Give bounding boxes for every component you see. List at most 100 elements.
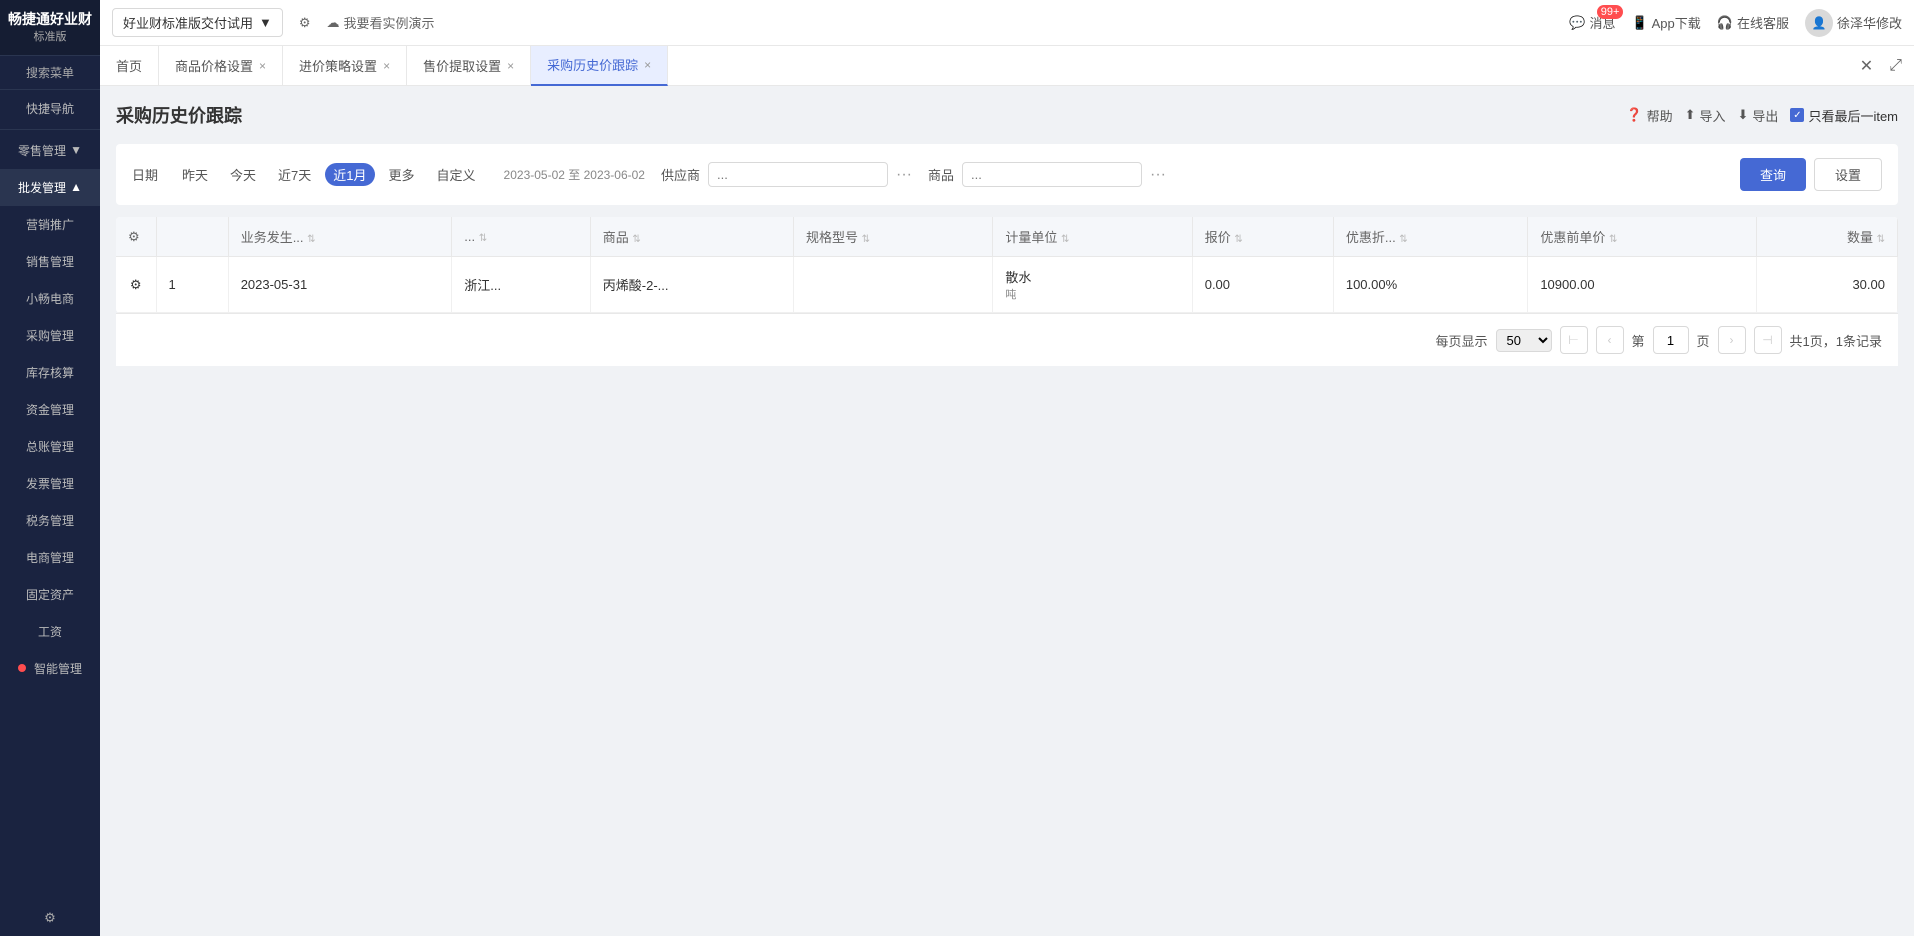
query-button[interactable]: 查询 (1740, 158, 1806, 191)
date-btn-yesterday[interactable]: 昨天 (174, 163, 216, 186)
col-date[interactable]: 业务发生... ⇅ (228, 217, 452, 257)
tab-purchase-strategy[interactable]: 进价策略设置 × (283, 46, 407, 86)
row-gear[interactable]: ⚙ (116, 257, 156, 313)
table-body: ⚙ 1 2023-05-31 浙江... 丙烯酸-2-... 散水吨 0.00 … (116, 257, 1898, 313)
filter-bar: 日期 昨天 今天 近7天 近1月 更多 自定义 2023-05-02 至 202… (116, 144, 1898, 205)
col-unit[interactable]: 计量单位 ⇅ (993, 217, 1192, 257)
import-button[interactable]: ⬆ 导入 (1685, 106, 1726, 125)
demo-button[interactable]: ☁ 我要看实例演示 (327, 13, 435, 32)
supplier-label: 供应商 (661, 165, 700, 184)
sidebar-item-retail[interactable]: 零售管理 ▼ (0, 132, 100, 169)
page-number-input[interactable]: 1 (1653, 326, 1689, 354)
tab-sale-price-label: 售价提取设置 (423, 56, 501, 75)
last-page-button[interactable]: ⊣ (1754, 326, 1782, 354)
chevron-up-icon: ▲ (70, 180, 82, 194)
sidebar-search[interactable]: 搜索菜单 (0, 56, 100, 90)
sort-icon-spec: ⇅ (862, 234, 870, 245)
message-icon: 💬 (1569, 15, 1585, 31)
date-btn-custom[interactable]: 自定义 (429, 163, 484, 186)
user-menu[interactable]: 👤 徐泽华修改 (1805, 9, 1902, 37)
export-button[interactable]: ⬇ 导出 (1738, 106, 1779, 125)
tab-expand-icon[interactable]: ⤢ (1885, 53, 1906, 79)
supplier-input[interactable] (708, 162, 888, 187)
supplier-filter: 供应商 ··· (661, 162, 912, 187)
row-unit: 散水吨 (993, 257, 1192, 313)
checkbox-indicator (1790, 108, 1804, 122)
col-spec[interactable]: 规格型号 ⇅ (794, 217, 993, 257)
date-btn-1month[interactable]: 近1月 (325, 163, 374, 186)
sidebar-item-inventory[interactable]: 库存核算 (0, 354, 100, 391)
tab-history-price[interactable]: 采购历史价跟踪 × (531, 46, 668, 86)
demo-label: 我要看实例演示 (344, 13, 435, 32)
tab-home[interactable]: 首页 (100, 46, 159, 86)
phone-icon: 📱 (1631, 15, 1647, 31)
table-row: ⚙ 1 2023-05-31 浙江... 丙烯酸-2-... 散水吨 0.00 … (116, 257, 1898, 313)
col-gear[interactable]: ⚙ (116, 217, 156, 257)
sidebar-item-ecommerce[interactable]: 电商管理 (0, 539, 100, 576)
sidebar-item-fixed-assets[interactable]: 固定资产 (0, 576, 100, 613)
sidebar-item-label: 资金管理 (26, 401, 74, 418)
tabs-right-actions: ✕ ⤢ (1856, 52, 1914, 80)
sidebar-item-general-ledger[interactable]: 总账管理 (0, 428, 100, 465)
demo-icon: ☁ (327, 15, 340, 31)
sidebar-item-purchase[interactable]: 采购管理 (0, 317, 100, 354)
date-btn-7days[interactable]: 近7天 (270, 163, 319, 186)
sidebar-item-label: 批发管理 (18, 179, 66, 196)
col-pre-discount-price[interactable]: 优惠前单价 ⇅ (1528, 217, 1756, 257)
tab-close-all-icon[interactable]: ✕ (1856, 52, 1877, 80)
tab-purchase-strategy-close[interactable]: × (383, 59, 390, 73)
messages-button[interactable]: 💬 消息 99+ (1569, 13, 1615, 32)
sidebar-item-wholesale[interactable]: 批发管理 ▲ (0, 169, 100, 206)
version-selector[interactable]: 好业财标准版交付试用 ▼ (112, 8, 283, 37)
goods-input[interactable] (962, 162, 1142, 187)
per-page-select[interactable]: 50 100 200 (1496, 329, 1552, 352)
sidebar-item-invoice[interactable]: 发票管理 (0, 465, 100, 502)
col-goods[interactable]: 商品 ⇅ (590, 217, 793, 257)
tab-sale-price[interactable]: 售价提取设置 × (407, 46, 531, 86)
app-subtitle: 标准版 (8, 30, 92, 45)
sidebar-item-marketing[interactable]: 营销推广 (0, 206, 100, 243)
sidebar-item-sales[interactable]: 销售管理 (0, 243, 100, 280)
sidebar-item-finance[interactable]: 资金管理 (0, 391, 100, 428)
help-icon: ❓ (1626, 107, 1642, 123)
tab-purchase-strategy-label: 进价策略设置 (299, 56, 377, 75)
main-content: 好业财标准版交付试用 ▼ ⚙ ☁ 我要看实例演示 💬 消息 99+ 📱 App下… (100, 0, 1914, 936)
col-quote[interactable]: 报价 ⇅ (1192, 217, 1333, 257)
app-download-button[interactable]: 📱 App下载 (1631, 13, 1700, 32)
sidebar-item-payroll[interactable]: 工资 (0, 613, 100, 650)
sort-icon-quote: ⇅ (1234, 234, 1242, 245)
page-actions: ❓ 帮助 ⬆ 导入 ⬇ 导出 只看最后一item (1626, 106, 1898, 125)
prev-page-button[interactable]: ‹ (1596, 326, 1624, 354)
tab-home-label: 首页 (116, 56, 142, 75)
tab-price[interactable]: 商品价格设置 × (159, 46, 283, 86)
tab-price-close[interactable]: × (259, 59, 266, 73)
config-icon[interactable]: ⚙ (291, 11, 319, 35)
tab-sale-price-close[interactable]: × (507, 59, 514, 73)
goods-more-icon[interactable]: ··· (1150, 166, 1166, 184)
headset-icon: 🎧 (1717, 15, 1733, 31)
app-title: 畅捷通好业财 (8, 10, 92, 30)
next-page-button[interactable]: › (1718, 326, 1746, 354)
first-page-button[interactable]: ⊢ (1560, 326, 1588, 354)
tab-history-price-close[interactable]: × (644, 58, 651, 72)
sidebar-item-quick-nav[interactable]: 快捷导航 (0, 90, 100, 127)
sidebar-settings-icon[interactable]: ⚙ (0, 900, 100, 936)
col-quantity[interactable]: 数量 ⇅ (1756, 217, 1897, 257)
col-discount[interactable]: 优惠折... ⇅ (1333, 217, 1527, 257)
only-last-checkbox[interactable]: 只看最后一item (1790, 106, 1898, 125)
row-quote: 0.00 (1192, 257, 1333, 313)
support-button[interactable]: 🎧 在线客服 (1717, 13, 1789, 32)
page-header: 采购历史价跟踪 ❓ 帮助 ⬆ 导入 ⬇ 导出 只看最后一item (116, 102, 1898, 128)
filter-settings-button[interactable]: 设置 (1814, 158, 1882, 191)
help-button[interactable]: ❓ 帮助 (1626, 106, 1672, 125)
date-btn-more[interactable]: 更多 (381, 163, 423, 186)
date-btn-today[interactable]: 今天 (222, 163, 264, 186)
sidebar: 畅捷通好业财 标准版 搜索菜单 快捷导航 零售管理 ▼ 批发管理 ▲ 营销推广 … (0, 0, 100, 936)
sidebar-item-tax[interactable]: 税务管理 (0, 502, 100, 539)
sidebar-item-smart[interactable]: 智能管理 (0, 650, 100, 687)
supplier-more-icon[interactable]: ··· (896, 166, 912, 184)
sort-icon-more: ⇅ (479, 233, 487, 244)
col-more[interactable]: ... ⇅ (452, 217, 591, 257)
sidebar-item-ecommerce-small[interactable]: 小畅电商 (0, 280, 100, 317)
sidebar-divider (0, 129, 100, 130)
